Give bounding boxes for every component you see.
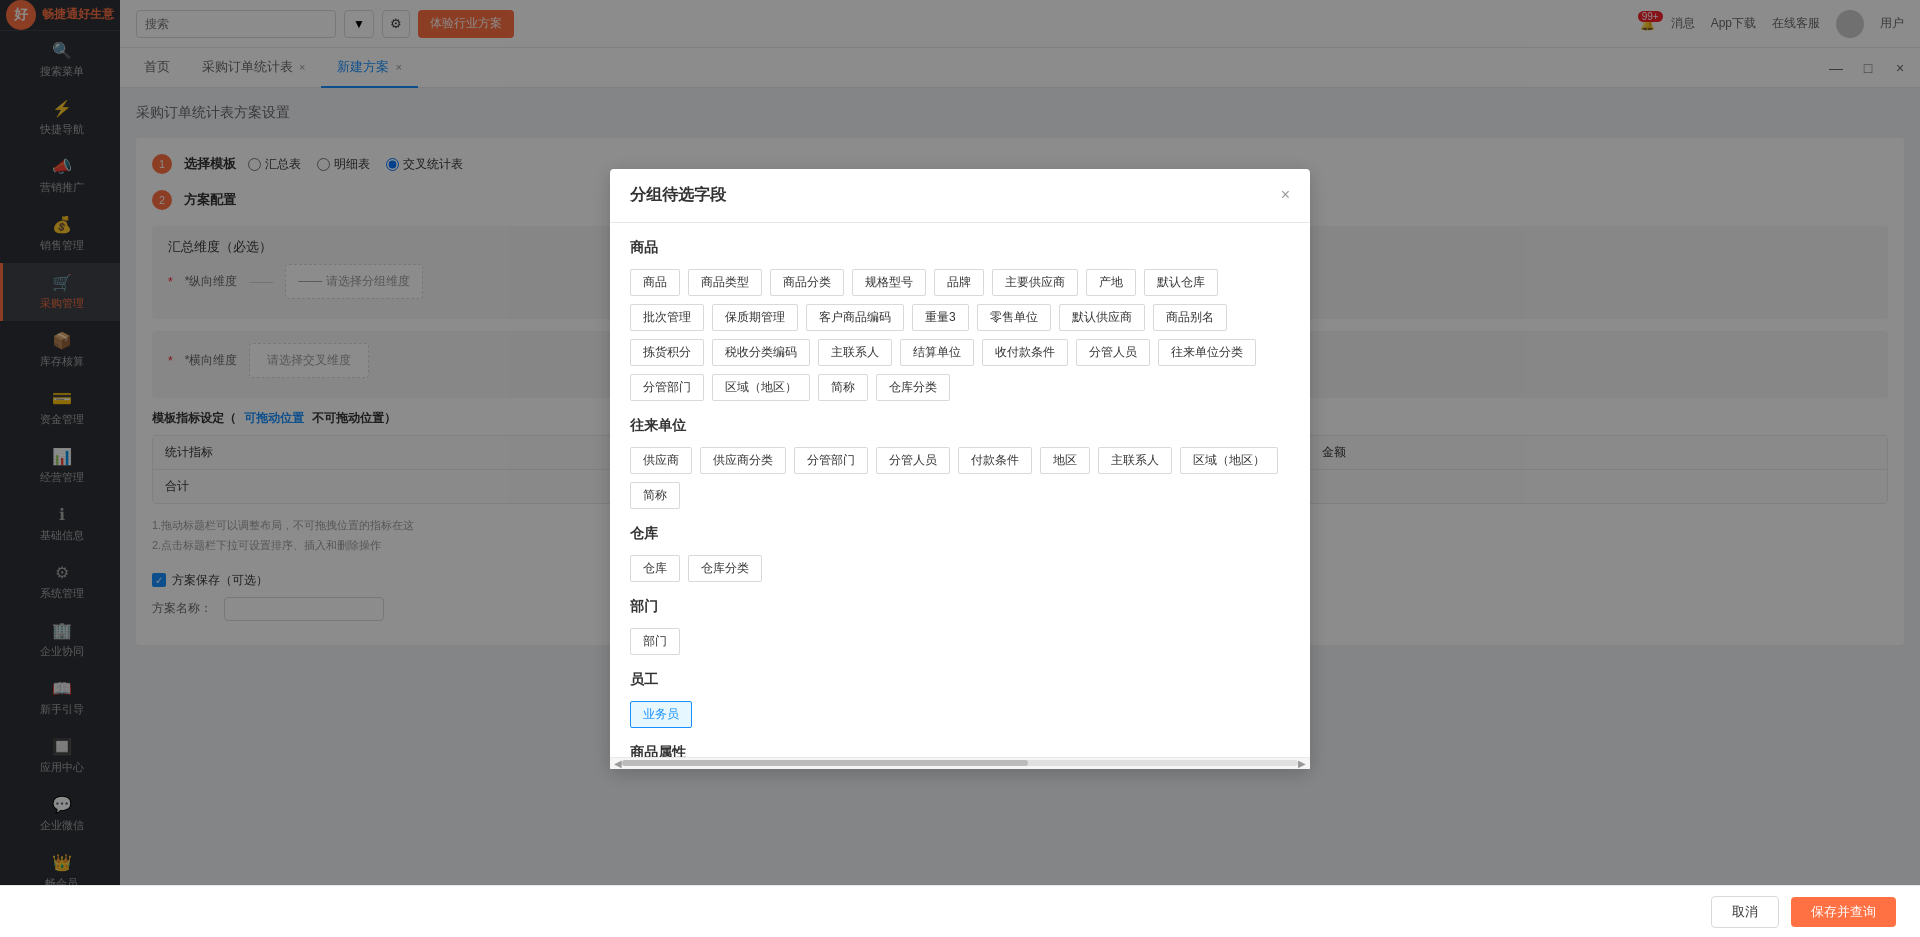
- field-tag-supplier[interactable]: 供应商: [630, 447, 692, 474]
- field-tag-default_warehouse[interactable]: 默认仓库: [1144, 269, 1218, 296]
- field-grid-counterparty: 供应商供应商分类分管部门分管人员付款条件地区主联系人区域（地区） 简称: [630, 447, 1290, 509]
- field-tag-short_name[interactable]: 简称: [818, 374, 868, 401]
- field-tag-pick_points[interactable]: 拣货积分: [630, 339, 704, 366]
- field-tag-payment_terms[interactable]: 收付款条件: [982, 339, 1068, 366]
- field-tag-customer_code[interactable]: 客户商品编码: [806, 304, 904, 331]
- dialog-close-button[interactable]: ×: [1281, 186, 1290, 204]
- field-tag-cp_main_contact[interactable]: 主联系人: [1098, 447, 1172, 474]
- field-tag-spec_type[interactable]: 规格型号: [852, 269, 926, 296]
- field-tag-area[interactable]: 地区: [1040, 447, 1090, 474]
- field-tag-batch_mgmt[interactable]: 批次管理: [630, 304, 704, 331]
- field-grid-employee: 业务员: [630, 701, 1290, 728]
- field-tag-salesperson[interactable]: 业务员: [630, 701, 692, 728]
- field-grid-warehouse: 仓库仓库分类: [630, 555, 1290, 582]
- dialog: 分组待选字段 × 商品商品商品类型商品分类规格型号品牌主要供应商产地默认仓库批次…: [610, 169, 1310, 769]
- field-tag-settlement_unit[interactable]: 结算单位: [900, 339, 974, 366]
- scroll-left-icon[interactable]: ◀: [614, 758, 622, 769]
- field-tag-weight3[interactable]: 重量3: [912, 304, 969, 331]
- section-title-department: 部门: [630, 598, 1290, 616]
- horizontal-scrollbar[interactable]: [622, 760, 1298, 766]
- field-tag-cp_region[interactable]: 区域（地区）: [1180, 447, 1278, 474]
- field-tag-dept[interactable]: 分管部门: [794, 447, 868, 474]
- field-tag-goods_alias[interactable]: 商品别名: [1153, 304, 1227, 331]
- field-tag-payment_cond[interactable]: 付款条件: [958, 447, 1032, 474]
- field-tag-goods_name[interactable]: 商品: [630, 269, 680, 296]
- field-tag-cp_short_name[interactable]: 简称: [630, 482, 680, 509]
- dialog-header: 分组待选字段 ×: [610, 169, 1310, 223]
- cancel-button[interactable]: 取消: [1711, 896, 1779, 928]
- field-tag-wh_category[interactable]: 仓库分类: [688, 555, 762, 582]
- section-title-warehouse: 仓库: [630, 525, 1290, 543]
- field-tag-tax_code[interactable]: 税收分类编码: [712, 339, 810, 366]
- field-tag-origin[interactable]: 产地: [1086, 269, 1136, 296]
- bottom-bar: 取消 保存并查询: [0, 885, 1920, 937]
- dialog-title: 分组待选字段: [630, 185, 726, 206]
- field-tag-region[interactable]: 区域（地区）: [712, 374, 810, 401]
- field-tag-supplier_category[interactable]: 供应商分类: [700, 447, 786, 474]
- scroll-right-icon[interactable]: ▶: [1298, 758, 1306, 769]
- scrollbar-thumb: [622, 760, 1028, 766]
- field-tag-brand[interactable]: 品牌: [934, 269, 984, 296]
- field-tag-dept_mgr[interactable]: 分管人员: [876, 447, 950, 474]
- field-tag-goods_type[interactable]: 商品类型: [688, 269, 762, 296]
- field-tag-default_supplier[interactable]: 默认供应商: [1059, 304, 1145, 331]
- field-grid-goods: 商品商品类型商品分类规格型号品牌主要供应商产地默认仓库批次管理保质期管理客户商品…: [630, 269, 1290, 401]
- field-tag-warehouse_category[interactable]: 仓库分类: [876, 374, 950, 401]
- field-tag-dept_name[interactable]: 部门: [630, 628, 680, 655]
- section-title-counterparty: 往来单位: [630, 417, 1290, 435]
- dialog-body[interactable]: 商品商品商品类型商品分类规格型号品牌主要供应商产地默认仓库批次管理保质期管理客户…: [610, 223, 1310, 757]
- section-title-goods_attr: 商品属性: [630, 744, 1290, 757]
- field-tag-manager[interactable]: 分管人员: [1076, 339, 1150, 366]
- field-tag-wh_name[interactable]: 仓库: [630, 555, 680, 582]
- field-grid-department: 部门: [630, 628, 1290, 655]
- section-title-goods: 商品: [630, 239, 1290, 257]
- field-tag-main_supplier[interactable]: 主要供应商: [992, 269, 1078, 296]
- modal-overlay: 分组待选字段 × 商品商品商品类型商品分类规格型号品牌主要供应商产地默认仓库批次…: [0, 0, 1920, 937]
- field-tag-goods_category[interactable]: 商品分类: [770, 269, 844, 296]
- field-tag-mgmt_dept[interactable]: 分管部门: [630, 374, 704, 401]
- field-tag-shelf_life[interactable]: 保质期管理: [712, 304, 798, 331]
- save-button[interactable]: 保存并查询: [1791, 897, 1896, 927]
- field-tag-retail_unit[interactable]: 零售单位: [977, 304, 1051, 331]
- dialog-bottom-scroll: ◀ ▶: [610, 757, 1310, 769]
- section-title-employee: 员工: [630, 671, 1290, 689]
- field-tag-source_unit_category[interactable]: 往来单位分类: [1158, 339, 1256, 366]
- field-tag-main_contact[interactable]: 主联系人: [818, 339, 892, 366]
